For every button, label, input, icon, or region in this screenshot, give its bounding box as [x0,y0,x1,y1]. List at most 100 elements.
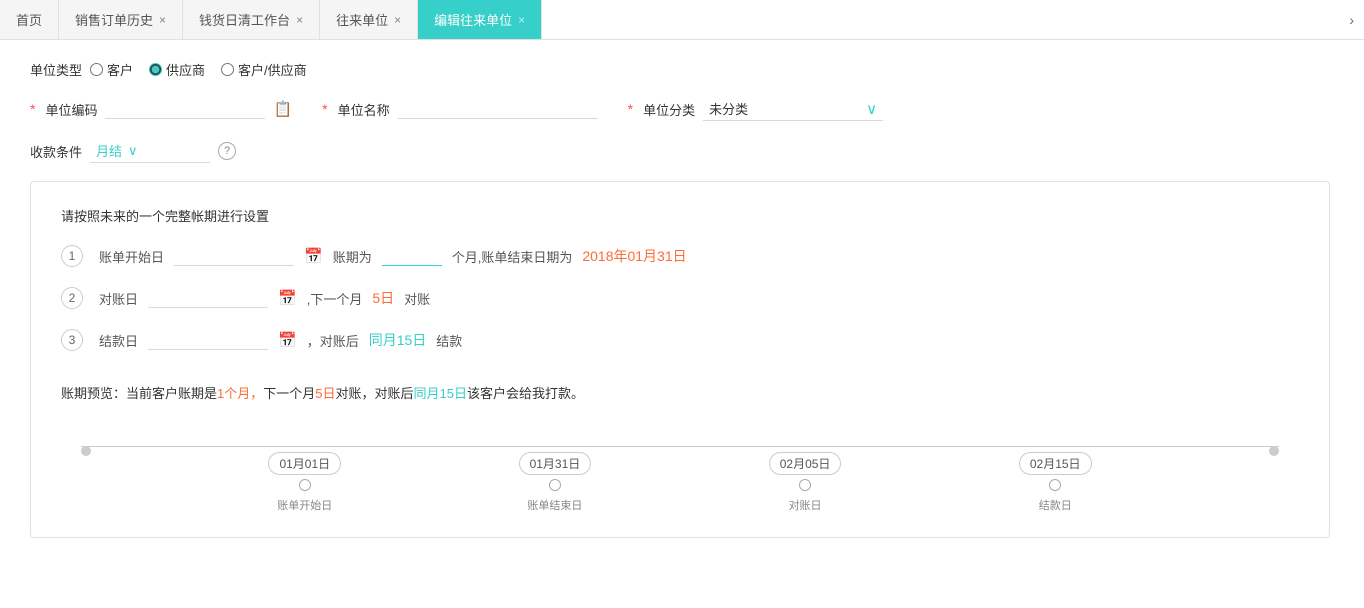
unit-class-field: * 单位分类 未分类 ∨ [628,97,883,121]
unit-type-radio-group: 客户 供应商 客户/供应商 [90,60,307,79]
timeline-point-3: 02月05日 对账日 [769,452,842,513]
tab-partner-units-close[interactable]: × [394,13,401,27]
unit-info-row: * 单位编码 000001 📋 * 单位名称 河南供应商22 * 单位分类 未分… [30,97,1330,121]
timeline-label-1: 账单开始日 [277,497,332,513]
step-3-row: 3 结款日 2018-02-15 📅 ，对账后同月15日结款 [61,329,1299,351]
tab-sales-history-label: 销售订单历史 [75,10,153,29]
step-2-desc-after: 对账 [404,289,430,308]
timeline-point-2: 01月31日 账单结束日 [519,452,592,513]
tab-partner-units[interactable]: 往来单位 × [320,0,418,39]
step-2-label: 对账日 [99,289,138,308]
step-1-period-suffix: 个月,账单结束日期为 [452,247,573,266]
step-3-label: 结款日 [99,331,138,350]
timeline-label-2: 账单结束日 [527,497,582,513]
payment-chevron-icon: ∨ [128,143,138,159]
step-2-number: 2 [61,287,83,309]
unit-type-field: 单位类型 客户 供应商 客户/供应商 [30,60,307,79]
step-1-row: 1 账单开始日 2018-01-01 📅 账期为 1 个月,账单结束日期为 20… [61,245,1299,267]
tab-edit-partner-close[interactable]: × [518,13,525,27]
unit-name-field: * 单位名称 河南供应商22 [322,99,597,119]
timeline-point-4: 02月15日 结款日 [1019,452,1092,513]
unit-code-label: 单位编码 [45,100,97,119]
step-2-date-input[interactable]: 2018-02-05 [148,288,268,308]
timeline-label-4: 结款日 [1039,497,1072,513]
unit-code-copy-icon[interactable]: 📋 [273,100,292,118]
radio-supplier[interactable]: 供应商 [149,60,205,79]
step-2-calendar-icon[interactable]: 📅 [278,289,297,307]
preview-middle2: 对账，对账后 [336,386,414,401]
unit-class-label: 单位分类 [643,100,695,119]
step-1-number: 1 [61,245,83,267]
tab-more-button[interactable]: › [1339,0,1364,39]
payment-value: 月结 [96,141,122,160]
preview-section: 账期预览：当前客户账期是1个月，下一个月5日对账，对账后同月15日该客户会给我打… [61,371,1299,414]
unit-code-required-star: * [30,101,35,117]
radio-customer[interactable]: 客户 [90,60,133,79]
tab-partner-units-label: 往来单位 [336,10,388,29]
payment-label: 收款条件 [30,142,82,161]
panel-title: 请按照未来的一个完整帐期进行设置 [61,206,1299,225]
step-1-end-date: 2018年01月31日 [582,246,686,266]
preview-middle1: 下一个月 [263,386,315,401]
unit-name-input[interactable]: 河南供应商22 [398,99,598,119]
radio-customer-input[interactable] [90,63,103,76]
step-3-date-input[interactable]: 2018-02-15 [148,330,268,350]
step-3-desc-before: ，对账后 [307,331,359,350]
tab-bar: 首页 销售订单历史 × 钱货日清工作台 × 往来单位 × 编辑往来单位 × › [0,0,1364,40]
step-1-period-prefix: 账期为 [333,247,372,266]
timeline-badge-1: 01月01日 [268,452,341,475]
preview-suffix: 该客户会给我打款。 [467,386,584,401]
unit-type-row: 单位类型 客户 供应商 客户/供应商 [30,60,1330,79]
timeline: 01月01日 账单开始日 01月31日 账单结束日 02月05日 对账 [61,434,1299,513]
preview-highlight3: 同月15日 [414,386,467,401]
step-2-row: 2 对账日 2018-02-05 📅 ,下一个月 5日对账 [61,287,1299,309]
tab-edit-partner[interactable]: 编辑往来单位 × [418,0,542,39]
radio-both[interactable]: 客户/供应商 [221,60,307,79]
radio-both-input[interactable] [221,63,234,76]
tab-home[interactable]: 首页 [0,0,59,39]
payment-select[interactable]: 月结 ∨ [90,139,210,163]
timeline-point-1: 01月01日 账单开始日 [268,452,341,513]
step-3-content: 结款日 2018-02-15 📅 ，对账后同月15日结款 [99,330,462,350]
settings-panel: 请按照未来的一个完整帐期进行设置 1 账单开始日 2018-01-01 📅 账期… [30,181,1330,538]
step-1-content: 账单开始日 2018-01-01 📅 账期为 1 个月,账单结束日期为 2018… [99,246,687,266]
tab-home-label: 首页 [16,10,42,29]
preview-prefix: 账期预览：当前客户账期是 [61,386,217,401]
tab-cash-workbench[interactable]: 钱货日清工作台 × [183,0,320,39]
step-2-content: 对账日 2018-02-05 📅 ,下一个月 5日对账 [99,288,430,308]
step-1-date-input[interactable]: 2018-01-01 [174,246,294,266]
unit-class-required-star: * [628,101,633,117]
radio-both-label: 客户/供应商 [238,60,307,79]
step-3-calendar-icon[interactable]: 📅 [278,331,297,349]
tab-cash-workbench-close[interactable]: × [296,13,303,27]
step-3-desc-after: 结款 [436,331,462,350]
unit-code-input[interactable]: 000001 [105,99,265,119]
tab-sales-history[interactable]: 销售订单历史 × [59,0,183,39]
step-2-desc-before: ,下一个月 [307,289,363,308]
step-3-highlight: 同月15日 [369,330,427,350]
step-1-calendar-icon[interactable]: 📅 [304,247,323,265]
payment-field: 收款条件 月结 ∨ ? [30,139,236,163]
tab-edit-partner-label: 编辑往来单位 [434,10,512,29]
unit-code-field: * 单位编码 000001 📋 [30,99,292,119]
unit-name-required-star: * [322,101,327,117]
step-2-highlight: 5日 [372,288,394,308]
timeline-badge-3: 02月05日 [769,452,842,475]
unit-class-select[interactable]: 未分类 ∨ [703,97,883,121]
tab-cash-workbench-label: 钱货日清工作台 [199,10,290,29]
unit-class-chevron-icon: ∨ [866,100,877,118]
timeline-badge-4: 02月15日 [1019,452,1092,475]
step-3-number: 3 [61,329,83,351]
tab-sales-history-close[interactable]: × [159,13,166,27]
step-1-label: 账单开始日 [99,247,164,266]
step-1-period-input[interactable]: 1 [382,246,442,266]
timeline-badge-2: 01月31日 [519,452,592,475]
payment-row: 收款条件 月结 ∨ ? [30,139,1330,163]
main-content: 单位类型 客户 供应商 客户/供应商 [0,40,1364,608]
payment-help-icon[interactable]: ? [218,142,236,160]
unit-type-label: 单位类型 [30,60,82,79]
unit-class-value: 未分类 [709,99,860,118]
radio-supplier-input[interactable] [149,63,162,76]
radio-supplier-label: 供应商 [166,60,205,79]
preview-highlight1: 1个月， [217,386,263,401]
